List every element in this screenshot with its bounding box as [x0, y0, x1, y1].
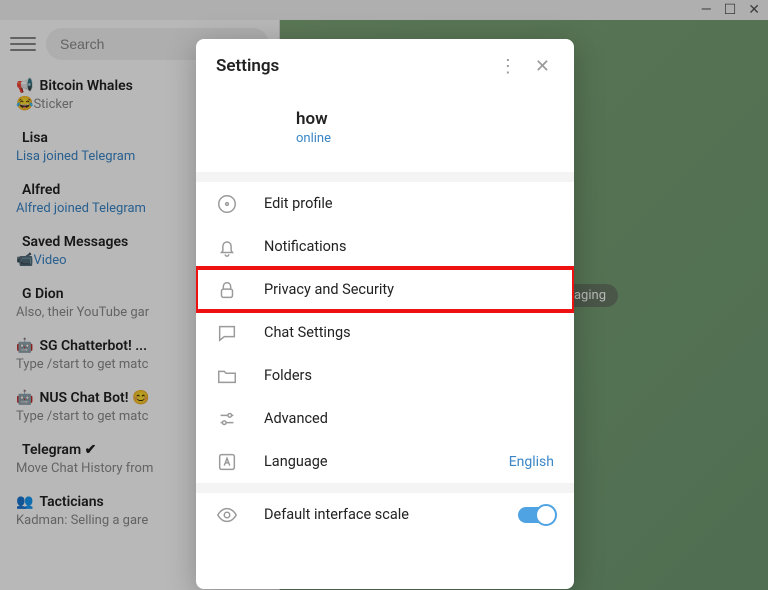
more-icon[interactable]: ⋮	[495, 52, 521, 81]
menu-label: Edit profile	[264, 195, 333, 212]
eye-icon	[216, 504, 238, 526]
menu-item-scale[interactable]: Default interface scale	[196, 493, 574, 536]
scale-toggle[interactable]	[518, 507, 554, 523]
menu-item-privacy[interactable]: Privacy and Security	[196, 268, 574, 311]
menu-value: English	[509, 454, 554, 470]
profile-status: online	[296, 131, 554, 146]
menu-label: Default interface scale	[264, 506, 409, 523]
menu-label: Advanced	[264, 410, 328, 427]
menu-item-edit[interactable]: Edit profile	[196, 182, 574, 225]
profile-section: how online	[196, 93, 574, 172]
menu-label: Chat Settings	[264, 324, 351, 341]
menu-item-folders[interactable]: Folders	[196, 354, 574, 397]
modal-title: Settings	[216, 56, 485, 76]
notif-icon	[216, 236, 238, 258]
menu-label: Folders	[264, 367, 312, 384]
edit-icon	[216, 193, 238, 215]
chat-icon	[216, 322, 238, 344]
privacy-icon	[216, 279, 238, 301]
menu-item-language[interactable]: Language English	[196, 440, 574, 483]
folders-icon	[216, 365, 238, 387]
close-icon[interactable]: ✕	[531, 52, 554, 81]
menu-label: Notifications	[264, 238, 346, 255]
menu-item-advanced[interactable]: Advanced	[196, 397, 574, 440]
language-icon	[216, 451, 238, 473]
menu-item-chat[interactable]: Chat Settings	[196, 311, 574, 354]
divider	[196, 172, 574, 182]
menu-label: Privacy and Security	[264, 281, 394, 298]
profile-username: how	[296, 109, 554, 129]
divider	[196, 483, 574, 493]
menu-item-notif[interactable]: Notifications	[196, 225, 574, 268]
advanced-icon	[216, 408, 238, 430]
settings-modal: Settings ⋮ ✕ how online Edit profile Noti…	[196, 39, 574, 589]
settings-menu: Edit profile Notifications Privacy and Sec…	[196, 182, 574, 483]
menu-label: Language	[264, 453, 328, 470]
